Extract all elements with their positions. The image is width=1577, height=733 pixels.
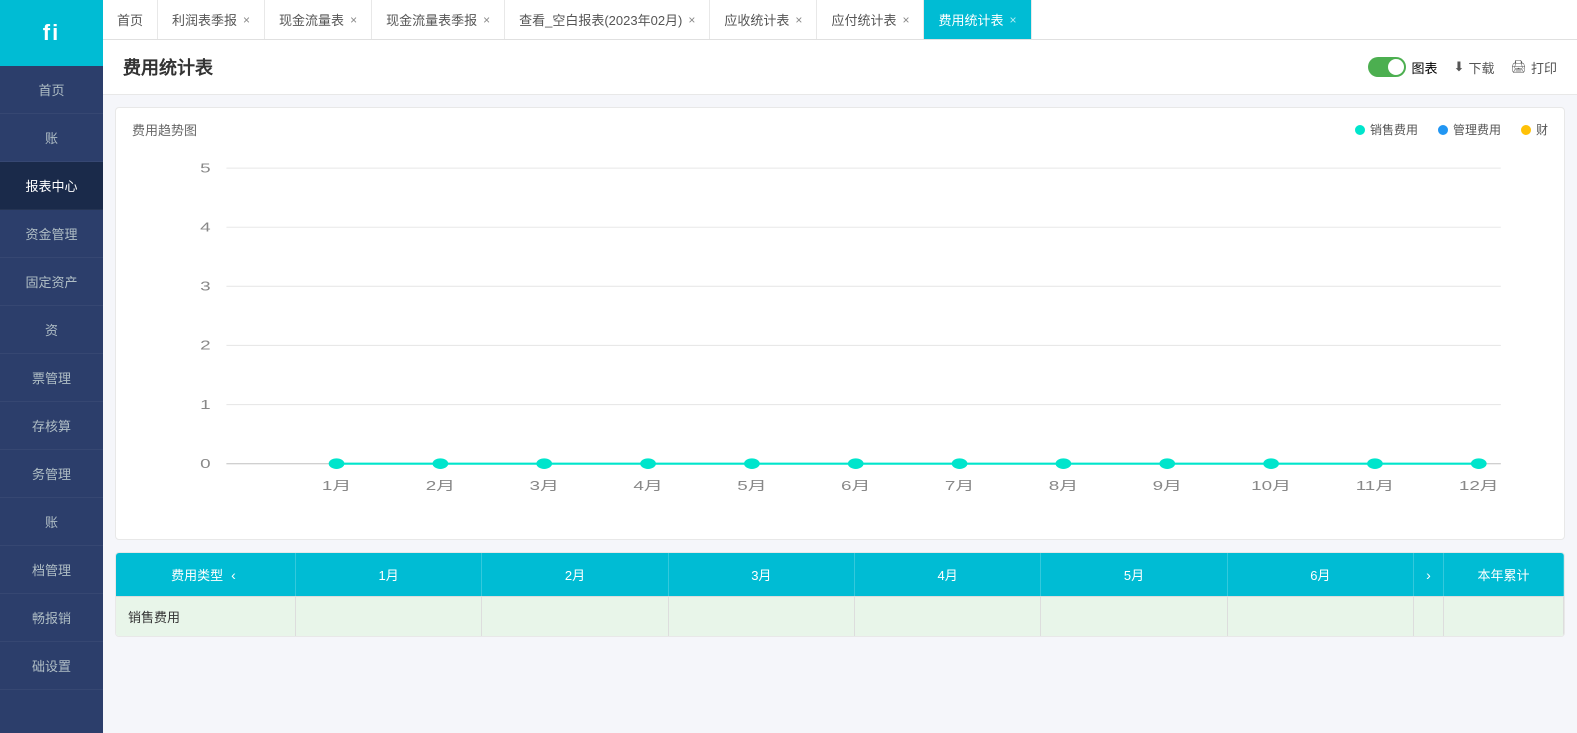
tab-home[interactable]: 首页 — [103, 0, 158, 39]
svg-text:9月: 9月 — [1153, 479, 1182, 493]
svg-text:1: 1 — [200, 398, 211, 412]
tab-profit[interactable]: 利润表季报 × — [158, 0, 265, 39]
legend-dot-finance — [1521, 125, 1531, 135]
cell-total-sales — [1444, 597, 1564, 636]
svg-text:4: 4 — [200, 220, 211, 234]
tab-close-expenses[interactable]: × — [1009, 13, 1016, 27]
svg-text:11月: 11月 — [1356, 479, 1394, 493]
col-header-type: 费用类型 ‹ — [116, 553, 296, 596]
cell-month6-sales — [1228, 597, 1414, 636]
expense-table: 费用类型 ‹ 1月 2月 3月 4月 5月 6月 › 本年累计 销售费用 — [115, 552, 1565, 637]
tab-expenses[interactable]: 费用统计表 × — [924, 0, 1031, 39]
cell-month3-sales — [669, 597, 855, 636]
sidebar-item-home[interactable]: 首页 — [0, 66, 103, 114]
legend-admin: 管理费用 — [1438, 121, 1501, 138]
legend-dot-sales — [1355, 125, 1365, 135]
app-logo: fi — [0, 0, 103, 66]
next-months-button-cell: › — [1414, 553, 1444, 596]
col-header-month-2: 2月 — [482, 553, 668, 596]
chart-toggle[interactable] — [1368, 57, 1406, 77]
page-header: 费用统计表 图表 ⬇ 下载 🖨 打印 — [103, 40, 1577, 95]
legend-finance: 财 — [1521, 121, 1548, 138]
svg-text:6月: 6月 — [841, 479, 870, 493]
sidebar-item-settings[interactable]: 础设置 — [0, 642, 103, 690]
sidebar-item-reports[interactable]: 报表中心 — [0, 162, 103, 210]
next-months-button[interactable]: › — [1422, 567, 1435, 583]
svg-text:8月: 8月 — [1049, 479, 1078, 493]
tab-close-receivables[interactable]: × — [795, 13, 802, 27]
table-header-row: 费用类型 ‹ 1月 2月 3月 4月 5月 6月 › 本年累计 — [116, 553, 1564, 596]
cell-month1-sales — [296, 597, 482, 636]
header-actions: 图表 ⬇ 下载 🖨 打印 — [1368, 57, 1557, 77]
sidebar: fi 首页 账 报表中心 资金管理 固定资产 资 票管理 存核算 务管理 账 档… — [0, 0, 103, 733]
svg-text:5: 5 — [200, 161, 211, 175]
tab-blank-report[interactable]: 查看_空白报表(2023年02月) × — [505, 0, 710, 39]
sidebar-item-invoice[interactable]: 票管理 — [0, 354, 103, 402]
tab-cashflow-quarterly[interactable]: 现金流量表季报 × — [372, 0, 505, 39]
tab-payables[interactable]: 应付统计表 × — [817, 0, 924, 39]
tab-close-profit[interactable]: × — [243, 13, 250, 27]
cell-nav-sales — [1414, 597, 1444, 636]
sidebar-item-archives[interactable]: 档管理 — [0, 546, 103, 594]
download-button[interactable]: ⬇ 下载 — [1454, 58, 1495, 77]
legend-label-admin: 管理费用 — [1453, 121, 1501, 138]
tab-close-payables[interactable]: × — [902, 13, 909, 27]
col-header-month-1: 1月 — [296, 553, 482, 596]
print-button[interactable]: 🖨 打印 — [1510, 58, 1557, 77]
svg-text:7月: 7月 — [945, 479, 974, 493]
chart-toggle-label: 图表 — [1412, 58, 1438, 77]
sidebar-item-inventory[interactable]: 存核算 — [0, 402, 103, 450]
svg-text:0: 0 — [200, 457, 211, 471]
svg-text:5月: 5月 — [737, 479, 766, 493]
main-area: 首页 利润表季报 × 现金流量表 × 现金流量表季报 × 查看_空白报表(202… — [103, 0, 1577, 733]
svg-text:1月: 1月 — [322, 479, 351, 493]
chart-section: 费用趋势图 销售费用 管理费用 财 — [115, 107, 1565, 540]
page-title: 费用统计表 — [123, 54, 213, 80]
legend-dot-admin — [1438, 125, 1448, 135]
cell-type-sales: 销售费用 — [116, 597, 296, 636]
sidebar-item-funds[interactable]: 资金管理 — [0, 210, 103, 258]
svg-text:3月: 3月 — [530, 479, 559, 493]
sidebar-item-investment[interactable]: 资 — [0, 306, 103, 354]
svg-text:4月: 4月 — [633, 479, 662, 493]
chart-title: 费用趋势图 — [132, 120, 197, 139]
table-row-sales: 销售费用 — [116, 596, 1564, 636]
cell-month4-sales — [855, 597, 1041, 636]
legend-label-finance: 财 — [1536, 121, 1548, 138]
chart-container: 5 4 3 2 1 0 1月 2月 3月 4月 5月 6月 7月 8月 — [132, 147, 1548, 527]
col-header-month-6: 6月 — [1228, 553, 1414, 596]
svg-text:10月: 10月 — [1251, 479, 1291, 493]
legend-sales: 销售费用 — [1355, 121, 1418, 138]
cell-month2-sales — [482, 597, 668, 636]
tab-cashflow[interactable]: 现金流量表 × — [265, 0, 372, 39]
col-header-month-5: 5月 — [1041, 553, 1227, 596]
content-area: 费用统计表 图表 ⬇ 下载 🖨 打印 费用趋势图 — [103, 40, 1577, 733]
tab-bar: 首页 利润表季报 × 现金流量表 × 现金流量表季报 × 查看_空白报表(202… — [103, 0, 1577, 40]
line-chart-svg: 5 4 3 2 1 0 1月 2月 3月 4月 5月 6月 7月 8月 — [132, 147, 1548, 527]
print-icon: 🖨 — [1510, 59, 1527, 75]
svg-text:2月: 2月 — [426, 479, 455, 493]
svg-text:2: 2 — [200, 339, 211, 353]
sidebar-item-sub-ledger[interactable]: 账 — [0, 498, 103, 546]
sidebar-item-fixed-assets[interactable]: 固定资产 — [0, 258, 103, 306]
sidebar-item-services[interactable]: 务管理 — [0, 450, 103, 498]
col-header-month-4: 4月 — [855, 553, 1041, 596]
chart-legend: 销售费用 管理费用 财 — [1355, 121, 1548, 138]
tab-close-cashflow[interactable]: × — [350, 13, 357, 27]
svg-text:12月: 12月 — [1459, 479, 1499, 493]
tab-receivables[interactable]: 应收统计表 × — [710, 0, 817, 39]
chart-toggle-wrap: 图表 — [1368, 57, 1438, 77]
svg-text:3: 3 — [200, 280, 211, 294]
cell-month5-sales — [1041, 597, 1227, 636]
sidebar-item-sales-return[interactable]: 畅报销 — [0, 594, 103, 642]
chart-header: 费用趋势图 销售费用 管理费用 财 — [132, 120, 1548, 139]
col-header-month-3: 3月 — [669, 553, 855, 596]
tab-close-blank-report[interactable]: × — [688, 13, 695, 27]
download-icon: ⬇ — [1454, 59, 1465, 75]
legend-label-sales: 销售费用 — [1370, 121, 1418, 138]
col-header-total: 本年累计 — [1444, 553, 1564, 596]
tab-close-cashflow-quarterly[interactable]: × — [483, 13, 490, 27]
sidebar-item-ledger[interactable]: 账 — [0, 114, 103, 162]
prev-months-button[interactable]: ‹ — [227, 567, 240, 583]
